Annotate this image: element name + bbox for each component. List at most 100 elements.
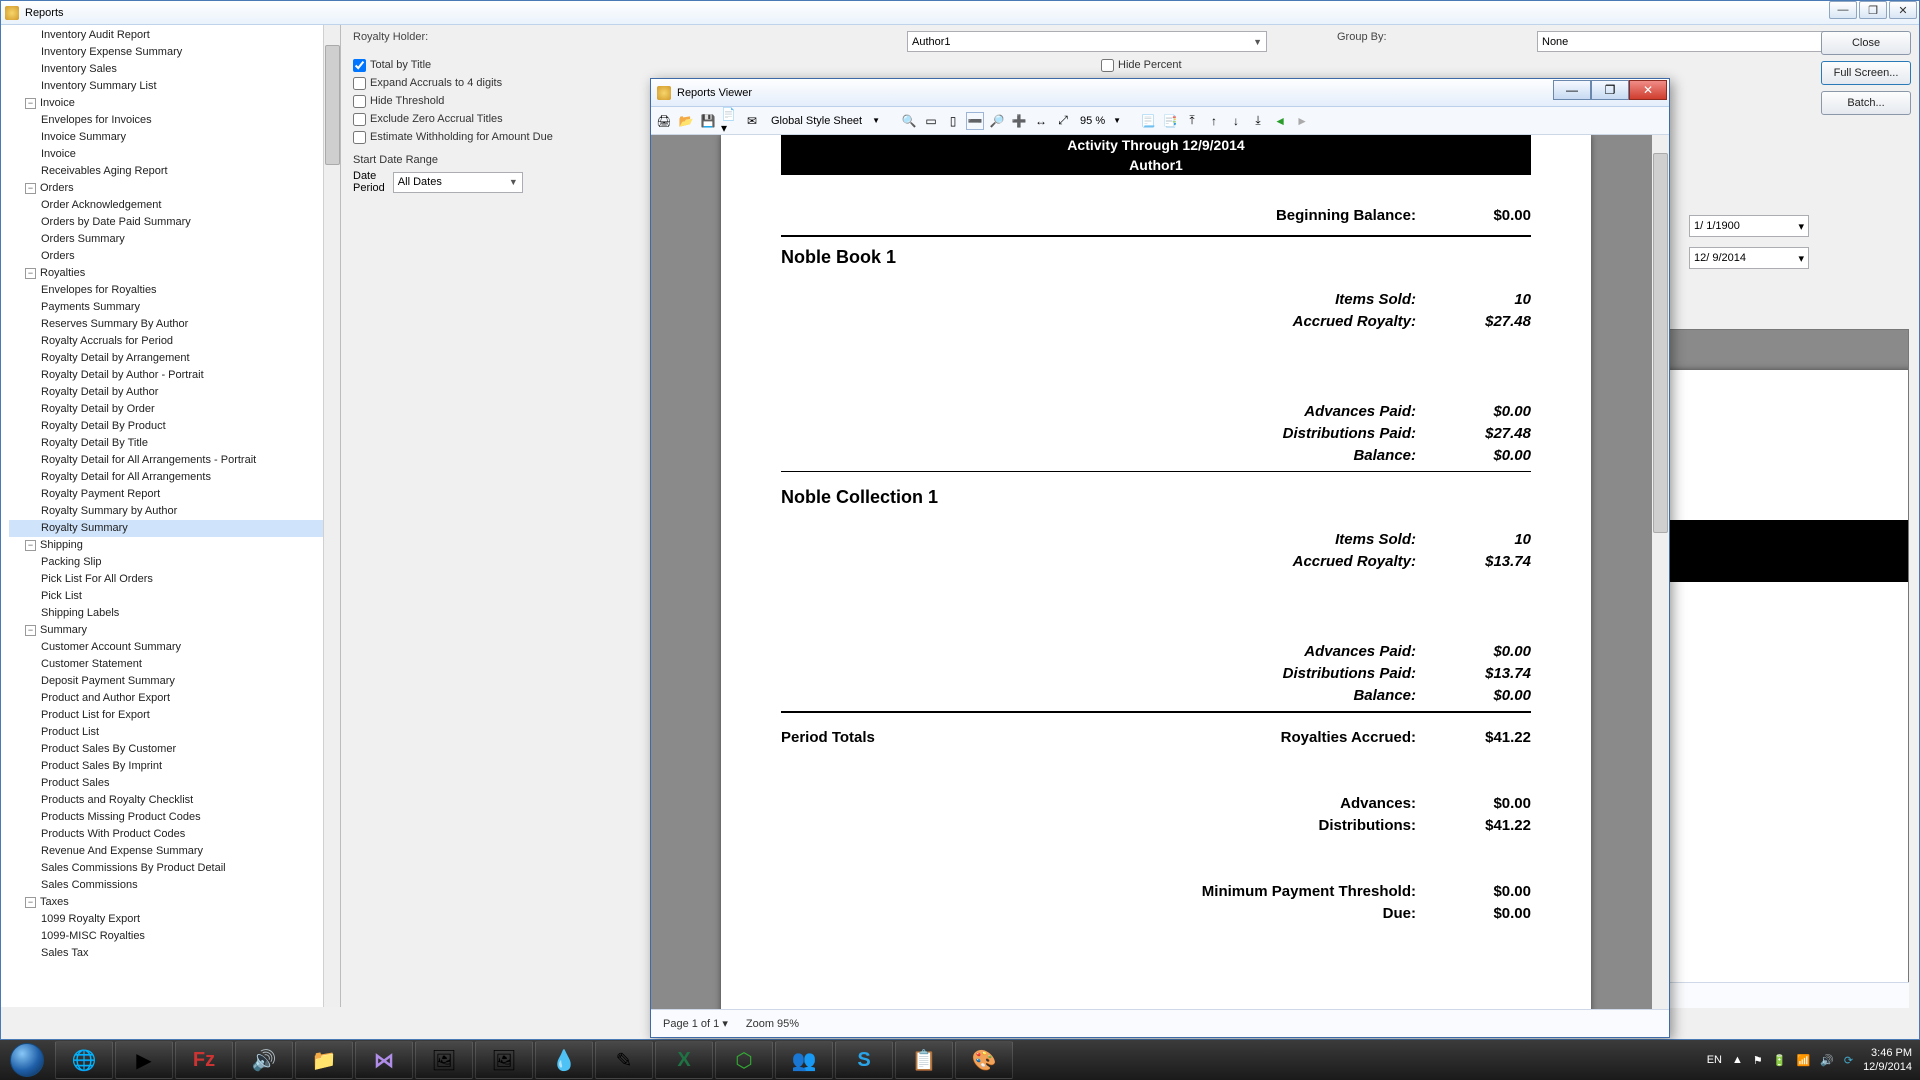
- task-app-1[interactable]: 🖼: [415, 1041, 473, 1079]
- first-page-icon[interactable]: ⤒: [1183, 112, 1201, 130]
- tree-item[interactable]: Product List: [9, 724, 336, 741]
- tree-item[interactable]: 1099-MISC Royalties: [9, 928, 336, 945]
- tree-item[interactable]: Invoice Summary: [9, 129, 336, 146]
- tree-category[interactable]: −Royalties: [9, 265, 336, 282]
- print-icon[interactable]: 🖨: [655, 112, 673, 130]
- tree-category[interactable]: −Taxes: [9, 894, 336, 911]
- tree-item[interactable]: Product Sales By Customer: [9, 741, 336, 758]
- viewer-body[interactable]: Activity Through 12/9/2014 Author1 Begin…: [651, 135, 1669, 1009]
- network-icon[interactable]: 📶: [1796, 1054, 1810, 1067]
- viewer-scrollbar-v[interactable]: [1652, 135, 1669, 1009]
- tree-item[interactable]: Royalty Payment Report: [9, 486, 336, 503]
- last-page-icon[interactable]: ⤓: [1249, 112, 1267, 130]
- tree-item[interactable]: Inventory Summary List: [9, 78, 336, 95]
- tree-item[interactable]: Royalty Summary by Author: [9, 503, 336, 520]
- prev-page-icon[interactable]: ↑: [1205, 112, 1223, 130]
- chk-total-by-title[interactable]: Total by Title: [353, 56, 829, 74]
- tree-item[interactable]: Royalty Detail By Product: [9, 418, 336, 435]
- task-skype[interactable]: S: [835, 1041, 893, 1079]
- task-app-4[interactable]: ✎: [595, 1041, 653, 1079]
- tree-item[interactable]: Royalty Detail for All Arrangements: [9, 469, 336, 486]
- tree-toggler[interactable]: −: [25, 98, 36, 109]
- tree-category[interactable]: −Invoice: [9, 95, 336, 112]
- tree-toggler[interactable]: −: [25, 625, 36, 636]
- save-icon[interactable]: 💾: [699, 112, 717, 130]
- task-visual-studio[interactable]: ⋈: [355, 1041, 413, 1079]
- tree-item[interactable]: Sales Tax: [9, 945, 336, 962]
- task-app-2[interactable]: 🖼: [475, 1041, 533, 1079]
- tree-item[interactable]: Products and Royalty Checklist: [9, 792, 336, 809]
- tree-item[interactable]: Sales Commissions By Product Detail: [9, 860, 336, 877]
- battery-icon[interactable]: 🔋: [1773, 1054, 1787, 1067]
- tree-item[interactable]: Shipping Labels: [9, 605, 336, 622]
- viewer-minimize-button[interactable]: —: [1553, 80, 1591, 100]
- zoom-out-icon[interactable]: ➖: [966, 112, 984, 130]
- tree-item[interactable]: Products Missing Product Codes: [9, 809, 336, 826]
- start-button[interactable]: [0, 1040, 54, 1080]
- viewer-titlebar[interactable]: Reports Viewer — ❐ ✕: [651, 79, 1669, 107]
- sync-icon[interactable]: ⟳: [1844, 1054, 1853, 1067]
- chk-hide-percent[interactable]: Hide Percent: [1101, 56, 1182, 74]
- tree-item[interactable]: Envelopes for Invoices: [9, 112, 336, 129]
- tree-item[interactable]: Royalty Detail for All Arrangements - Po…: [9, 452, 336, 469]
- tree-item[interactable]: Orders by Date Paid Summary: [9, 214, 336, 231]
- open-icon[interactable]: 📂: [677, 112, 695, 130]
- task-media-player[interactable]: ▶: [115, 1041, 173, 1079]
- single-page-icon[interactable]: ▭: [922, 112, 940, 130]
- forward-icon[interactable]: ►: [1293, 112, 1311, 130]
- task-chrome[interactable]: 🌐: [55, 1041, 113, 1079]
- zoom-100-icon[interactable]: 🔎: [988, 112, 1006, 130]
- tree-item[interactable]: Revenue And Expense Summary: [9, 843, 336, 860]
- tree-toggler[interactable]: −: [25, 183, 36, 194]
- close-button[interactable]: ✕: [1889, 1, 1917, 19]
- tree-scrollbar[interactable]: [323, 25, 340, 1007]
- tree-item[interactable]: Product and Author Export: [9, 690, 336, 707]
- export-icon[interactable]: 📄▾: [721, 112, 739, 130]
- date-end-input[interactable]: 12/ 9/2014▾: [1689, 247, 1809, 269]
- task-explorer[interactable]: 📁: [295, 1041, 353, 1079]
- find-icon[interactable]: 🔍: [900, 112, 918, 130]
- tree-item[interactable]: Royalty Detail by Author: [9, 384, 336, 401]
- tree-item[interactable]: Inventory Audit Report: [9, 27, 336, 44]
- tree-category[interactable]: −Shipping: [9, 537, 336, 554]
- fit-width-icon[interactable]: ↔: [1032, 112, 1050, 130]
- close-btn[interactable]: Close: [1821, 31, 1911, 55]
- tree-item[interactable]: Deposit Payment Summary: [9, 673, 336, 690]
- task-app-7[interactable]: 📋: [895, 1041, 953, 1079]
- tree-item[interactable]: Inventory Expense Summary: [9, 44, 336, 61]
- volume-icon[interactable]: 🔊: [1820, 1054, 1834, 1067]
- viewer-close-button[interactable]: ✕: [1629, 80, 1667, 100]
- system-tray[interactable]: EN ▲ ⚑ 🔋 📶 🔊 ⟳ 3:46 PM 12/9/2014: [1699, 1040, 1920, 1080]
- tree-category[interactable]: −Summary: [9, 622, 336, 639]
- maximize-button[interactable]: ❐: [1859, 1, 1887, 19]
- date-start-input[interactable]: 1/ 1/1900▾: [1689, 215, 1809, 237]
- tree-item[interactable]: 1099 Royalty Export: [9, 911, 336, 928]
- task-filezilla[interactable]: Fz: [175, 1041, 233, 1079]
- tree-item[interactable]: Envelopes for Royalties: [9, 282, 336, 299]
- cont-page-icon[interactable]: ▯: [944, 112, 962, 130]
- tree-toggler[interactable]: −: [25, 540, 36, 551]
- task-app-6[interactable]: 👥: [775, 1041, 833, 1079]
- zoom-in-icon[interactable]: ➕: [1010, 112, 1028, 130]
- tree-item[interactable]: Products With Product Codes: [9, 826, 336, 843]
- tree-item[interactable]: Product Sales: [9, 775, 336, 792]
- viewer-page-status[interactable]: Page 1 of 1 ▾: [663, 1017, 728, 1030]
- task-speakers[interactable]: 🔊: [235, 1041, 293, 1079]
- tree-item[interactable]: Orders: [9, 248, 336, 265]
- tree-item[interactable]: Reserves Summary By Author: [9, 316, 336, 333]
- tree-item[interactable]: Royalty Accruals for Period: [9, 333, 336, 350]
- tree-item[interactable]: Royalty Detail By Title: [9, 435, 336, 452]
- fullscreen-btn[interactable]: Full Screen...: [1821, 61, 1911, 85]
- tree-item[interactable]: Royalty Detail by Arrangement: [9, 350, 336, 367]
- fit-page-icon[interactable]: ⤢: [1054, 112, 1072, 130]
- zoom-value[interactable]: 95 %: [1080, 115, 1105, 127]
- mail-icon[interactable]: ✉: [743, 112, 761, 130]
- tree-item[interactable]: Pick List: [9, 588, 336, 605]
- tree-item[interactable]: Invoice: [9, 146, 336, 163]
- tree-item[interactable]: Customer Statement: [9, 656, 336, 673]
- tree-item[interactable]: Pick List For All Orders: [9, 571, 336, 588]
- back-icon[interactable]: ◄: [1271, 112, 1289, 130]
- tree-item[interactable]: Order Acknowledgement: [9, 197, 336, 214]
- page-single-icon[interactable]: 📃: [1139, 112, 1157, 130]
- tree-category[interactable]: −Orders: [9, 180, 336, 197]
